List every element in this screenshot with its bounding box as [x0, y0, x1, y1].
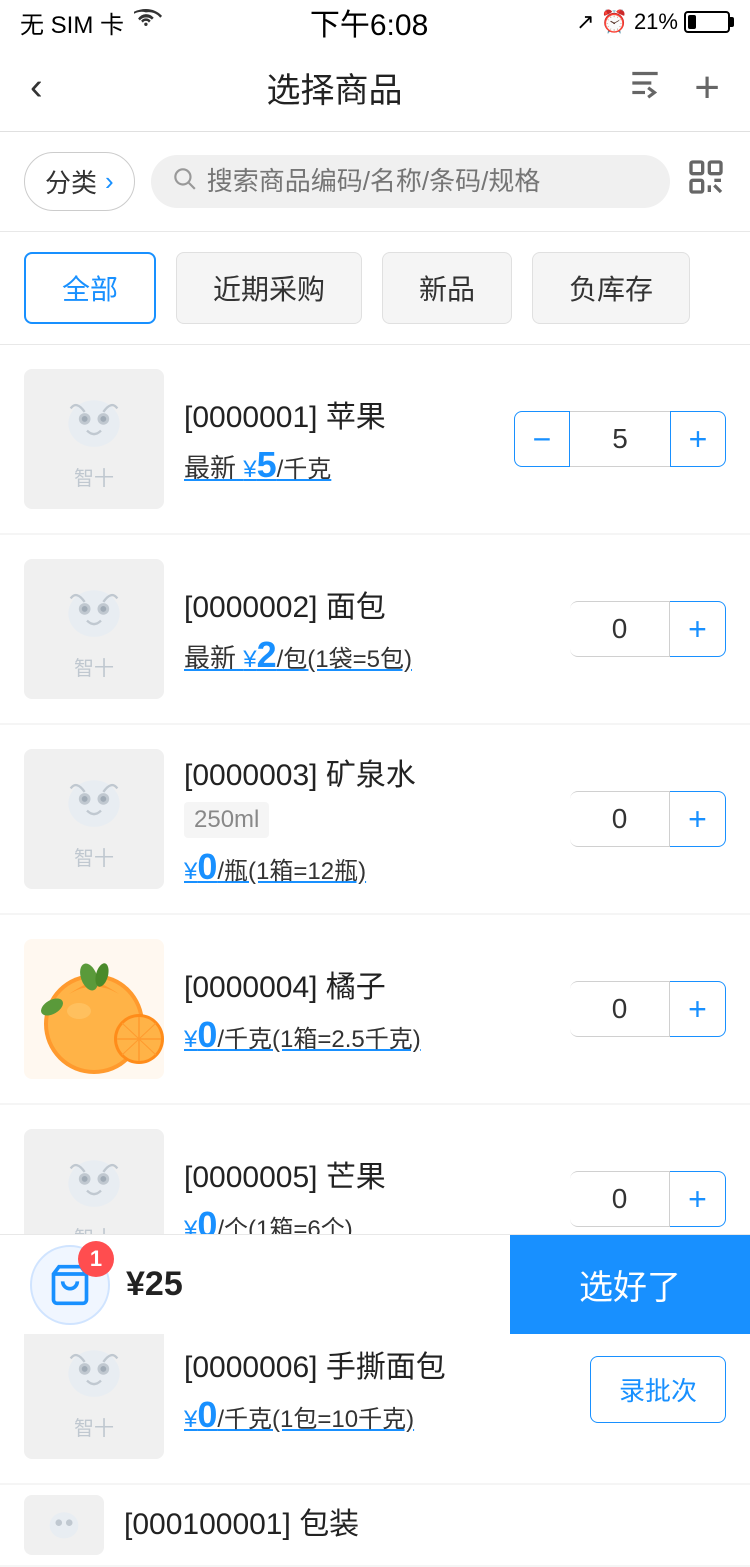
carrier-label: 无 SIM 卡 — [20, 5, 124, 40]
list-item: [000100001] 包装 — [0, 1485, 750, 1565]
product-name: [0000002] 面包 — [184, 582, 550, 626]
product-quantity-control: + — [570, 601, 726, 657]
product-image: 智十 — [24, 1319, 164, 1459]
product-quantity-control: + — [570, 1171, 726, 1227]
list-item: 智十 [0000001] 苹果 最新 ¥5/千克 − + — [0, 345, 750, 533]
page-title: 选择商品 — [266, 63, 402, 112]
quantity-increase-button[interactable]: + — [670, 791, 726, 847]
product-info: [0000001] 苹果 最新 ¥5/千克 — [184, 392, 494, 486]
category-button[interactable]: 分类 › — [24, 152, 135, 211]
product-list: 智十 [0000001] 苹果 最新 ¥5/千克 − + — [0, 345, 750, 1565]
product-info: [0000006] 手撕面包 ¥0/千克(1包=10千克) — [184, 1342, 570, 1436]
search-input[interactable] — [207, 166, 650, 197]
cart-total: ¥25 — [126, 1265, 183, 1304]
status-bar: 无 SIM 卡 下午6:08 ↗ ⏰ 21% — [0, 0, 750, 44]
wifi-icon — [134, 8, 162, 36]
product-name: [0000001] 苹果 — [184, 392, 494, 436]
product-quantity-control: + — [570, 791, 726, 847]
product-price: ¥0/瓶(1箱=12瓶) — [184, 846, 550, 888]
product-info: [0000005] 芒果 ¥0/个(1箱=6个) — [184, 1152, 550, 1246]
cart-section: 1 ¥25 — [0, 1245, 510, 1325]
cart-icon-wrap[interactable]: 1 — [30, 1245, 110, 1325]
quantity-input[interactable] — [570, 791, 670, 847]
product-info: [0000002] 面包 最新 ¥2/包(1袋=5包) — [184, 582, 550, 676]
quantity-decrease-button[interactable]: − — [514, 411, 570, 467]
quantity-input[interactable] — [570, 411, 670, 467]
alarm-icon: ⏰ — [601, 9, 628, 35]
batch-button[interactable]: 录批次 — [590, 1356, 726, 1423]
quantity-increase-button[interactable]: + — [670, 1171, 726, 1227]
search-bar — [151, 155, 670, 208]
product-image: 智十 — [24, 559, 164, 699]
filter-button[interactable] — [626, 64, 664, 112]
status-bar-right: ↗ ⏰ 21% — [576, 9, 730, 35]
add-button[interactable]: + — [694, 63, 720, 113]
tab-new[interactable]: 新品 — [382, 252, 512, 324]
product-name: [0000003] 矿泉水 — [184, 750, 550, 794]
product-quantity-control: − + — [514, 411, 726, 467]
search-icon — [171, 165, 197, 198]
product-spec: 250ml — [184, 802, 269, 838]
quantity-input[interactable] — [570, 601, 670, 657]
quantity-increase-button[interactable]: + — [670, 411, 726, 467]
list-item: 智十 [0000003] 矿泉水 250ml ¥0/瓶(1箱=12瓶) + — [0, 725, 750, 913]
list-item: 智十 [0000002] 面包 最新 ¥2/包(1袋=5包) + — [0, 535, 750, 723]
tab-negative[interactable]: 负库存 — [532, 252, 690, 324]
cart-badge: 1 — [78, 1241, 114, 1277]
tab-bar: 全部 近期采购 新品 负库存 — [0, 232, 750, 345]
product-info: [0000003] 矿泉水 250ml ¥0/瓶(1箱=12瓶) — [184, 750, 550, 888]
quantity-increase-button[interactable]: + — [670, 981, 726, 1037]
location-icon: ↗ — [576, 9, 594, 35]
status-bar-left: 无 SIM 卡 — [20, 5, 162, 40]
product-price: ¥0/千克(1包=10千克) — [184, 1394, 570, 1436]
product-image: 智十 — [24, 749, 164, 889]
quantity-input[interactable] — [570, 981, 670, 1037]
product-name: [0000006] 手撕面包 — [184, 1342, 570, 1386]
battery-icon — [684, 11, 730, 33]
nav-actions: + — [626, 63, 720, 113]
nav-bar: ‹ 选择商品 + — [0, 44, 750, 132]
product-info: [0000004] 橘子 ¥0/千克(1箱=2.5千克) — [184, 962, 550, 1056]
scan-icon[interactable] — [686, 157, 726, 207]
product-name: [000100001] 包装 — [124, 1499, 726, 1543]
product-name: [0000005] 芒果 — [184, 1152, 550, 1196]
product-image — [24, 1495, 104, 1555]
quantity-increase-button[interactable]: + — [670, 601, 726, 657]
product-quantity-control: + — [570, 981, 726, 1037]
product-image — [24, 939, 164, 1079]
list-item: [0000004] 橘子 ¥0/千克(1箱=2.5千克) + — [0, 915, 750, 1103]
quantity-input[interactable] — [570, 1171, 670, 1227]
product-info: [000100001] 包装 — [124, 1499, 726, 1551]
tab-recent[interactable]: 近期采购 — [176, 252, 362, 324]
bottom-bar: 1 ¥25 选好了 — [0, 1234, 750, 1334]
product-price: ¥0/千克(1箱=2.5千克) — [184, 1014, 550, 1056]
tab-all[interactable]: 全部 — [24, 252, 156, 324]
product-price: 最新 ¥2/包(1袋=5包) — [184, 634, 550, 676]
battery-percent: 21% — [634, 9, 678, 35]
confirm-button[interactable]: 选好了 — [510, 1235, 750, 1334]
status-bar-time: 下午6:08 — [310, 0, 428, 44]
product-price: 最新 ¥5/千克 — [184, 444, 494, 486]
back-button[interactable]: ‹ — [30, 66, 43, 109]
filter-bar: 分类 › — [0, 132, 750, 232]
product-name: [0000004] 橘子 — [184, 962, 550, 1006]
product-image: 智十 — [24, 369, 164, 509]
